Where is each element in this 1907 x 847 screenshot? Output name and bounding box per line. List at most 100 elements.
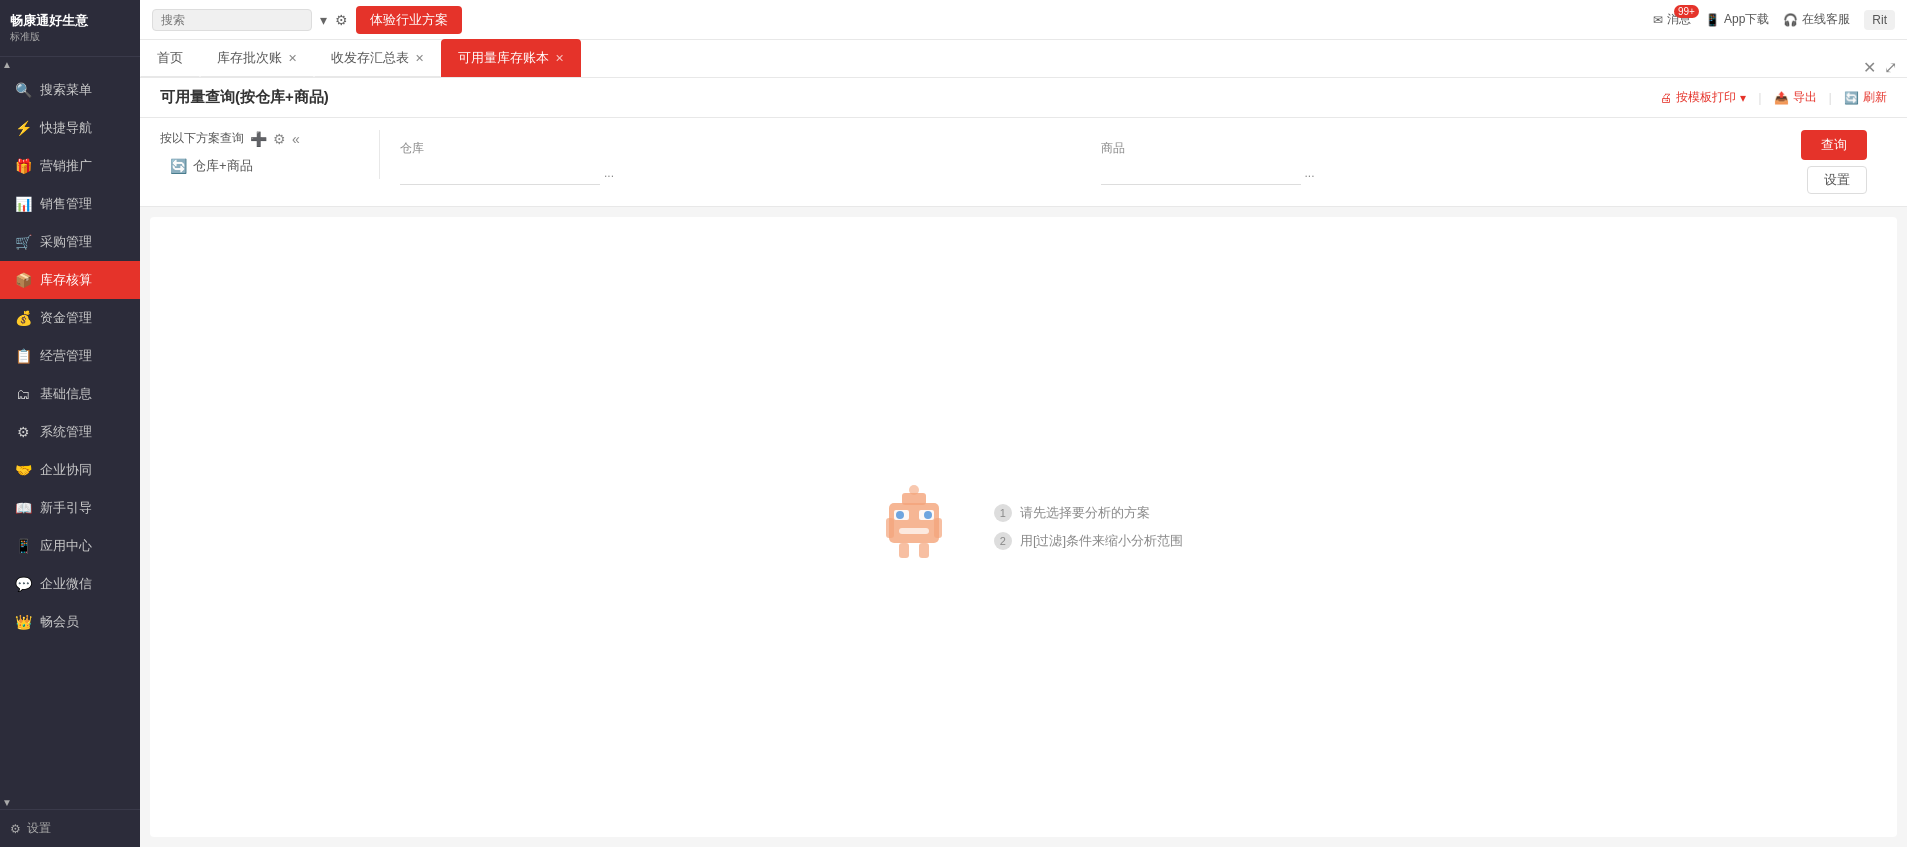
svg-rect-3: [899, 528, 929, 534]
msg-badge: 99+: [1674, 5, 1699, 18]
filter-schemes-panel: 按以下方案查询 ➕ ⚙ « 🔄 仓库+商品: [160, 130, 380, 179]
sidebar-label-search: 搜索菜单: [40, 81, 92, 99]
tab-available-ledger[interactable]: 可用量库存账本 ✕: [441, 39, 581, 77]
dropdown-arrow[interactable]: ▾: [320, 12, 327, 28]
sidebar-label-system: 系统管理: [40, 423, 92, 441]
filter-label-row: 按以下方案查询 ➕ ⚙ «: [160, 130, 369, 147]
warehouse-more-btn[interactable]: ...: [604, 166, 614, 180]
tab-collect-account[interactable]: 收发存汇总表✕: [314, 39, 441, 77]
tip-1: 1 请先选择要分析的方案: [994, 504, 1183, 522]
sidebar-item-basic[interactable]: 🗂基础信息: [0, 375, 140, 413]
svg-rect-0: [889, 503, 939, 543]
filter-fields: 仓库 ... 商品 ... 查询 设置: [380, 130, 1887, 194]
user-btn[interactable]: Rit: [1864, 10, 1895, 30]
tab-batch-account[interactable]: 库存批次账 ✕: [200, 39, 314, 77]
tab-close-collect-account[interactable]: ✕: [415, 52, 424, 65]
svg-point-10: [896, 511, 904, 519]
sidebar-icon-app-center: 📱: [14, 538, 32, 554]
sidebar-item-marketing[interactable]: 🎁营销推广: [0, 147, 140, 185]
tab-close-available-ledger[interactable]: ✕: [555, 52, 564, 65]
settings-btn[interactable]: 设置: [1807, 166, 1867, 194]
goods-more-btn[interactable]: ...: [1305, 166, 1315, 180]
scheme-label: 仓库+商品: [193, 157, 253, 175]
print-icon: 🖨: [1660, 91, 1672, 105]
warehouse-field: 仓库 ...: [400, 140, 1081, 185]
maximize-window-btn[interactable]: ⤢: [1884, 58, 1897, 77]
print-btn[interactable]: 🖨 按模板打印 ▾: [1660, 89, 1746, 106]
sidebar-icon-basic: 🗂: [14, 386, 32, 402]
empty-tips: 1 请先选择要分析的方案 2 用[过滤]条件来缩小分析范围: [994, 504, 1183, 550]
settings-scheme-btn[interactable]: ⚙: [273, 131, 286, 147]
query-btn[interactable]: 查询: [1801, 130, 1867, 160]
tip-num-1: 1: [994, 504, 1012, 522]
sidebar-item-quick-nav[interactable]: ⚡快捷导航: [0, 109, 140, 147]
warehouse-input[interactable]: [400, 161, 600, 185]
sidebar-footer-label: 设置: [27, 820, 51, 837]
sidebar-item-system[interactable]: ⚙系统管理: [0, 413, 140, 451]
sidebar-icon-marketing: 🎁: [14, 158, 32, 174]
sidebar-item-inventory[interactable]: 📦库存核算: [0, 261, 140, 299]
sidebar-label-quick-nav: 快捷导航: [40, 119, 92, 137]
sidebar-item-app-center[interactable]: 📱应用中心: [0, 527, 140, 565]
refresh-btn[interactable]: 🔄 刷新: [1844, 89, 1887, 106]
sidebar-item-newbie[interactable]: 📖新手引导: [0, 489, 140, 527]
sidebar-item-vip[interactable]: 👑畅会员: [0, 603, 140, 641]
warehouse-label: 仓库: [400, 140, 1081, 157]
empty-state-content: 1 请先选择要分析的方案 2 用[过滤]条件来缩小分析范围: [864, 468, 1183, 587]
refresh-label: 刷新: [1863, 89, 1887, 106]
sidebar-item-enterprise-wechat[interactable]: 💬 企业微信: [0, 565, 140, 603]
tab-label-batch-account: 库存批次账: [217, 49, 282, 67]
svg-point-11: [924, 511, 932, 519]
industry-btn[interactable]: 体验行业方案: [356, 6, 462, 34]
sidebar-scroll-up: ▲: [0, 57, 14, 71]
svg-rect-5: [934, 518, 942, 538]
service-btn[interactable]: 🎧 在线客服: [1783, 11, 1850, 28]
scheme-warehouse-goods[interactable]: 🔄 仓库+商品: [160, 153, 369, 179]
settings-icon[interactable]: ⚙: [10, 822, 21, 836]
sidebar-item-purchase[interactable]: 🛒采购管理: [0, 223, 140, 261]
sidebar-item-operations[interactable]: 📋经营管理: [0, 337, 140, 375]
export-label: 导出: [1793, 89, 1817, 106]
tabs-actions: ✕ ⤢: [1853, 58, 1907, 77]
sidebar-label-enterprise-wechat: 企业微信: [40, 575, 92, 593]
page-content: 可用量查询(按仓库+商品) 🖨 按模板打印 ▾ | 📤 导出 | 🔄 刷新: [140, 78, 1907, 847]
filter-actions: 查询 设置: [1801, 130, 1867, 194]
sidebar-icon-enterprise-wechat: 💬: [14, 576, 32, 592]
sidebar-item-enterprise[interactable]: 🤝企业协同: [0, 451, 140, 489]
sidebar-label-purchase: 采购管理: [40, 233, 92, 251]
svg-rect-6: [899, 543, 909, 558]
refresh-icon: 🔄: [1844, 91, 1859, 105]
goods-label: 商品: [1101, 140, 1782, 157]
goods-field: 商品 ...: [1101, 140, 1782, 185]
gear-icon[interactable]: ⚙: [335, 12, 348, 28]
print-dropdown-icon[interactable]: ▾: [1740, 91, 1746, 105]
add-scheme-btn[interactable]: ➕: [250, 131, 267, 147]
sidebar-label-finance: 资金管理: [40, 309, 92, 327]
collapse-btn[interactable]: «: [292, 131, 300, 147]
search-input[interactable]: [152, 9, 312, 31]
close-window-btn[interactable]: ✕: [1863, 58, 1876, 77]
app-download-btn[interactable]: 📱 App下载: [1705, 11, 1769, 28]
sidebar-footer: ⚙ 设置: [0, 809, 140, 847]
separator-2: |: [1829, 90, 1832, 105]
sidebar-item-search[interactable]: 🔍搜索菜单: [0, 71, 140, 109]
page-header: 可用量查询(按仓库+商品) 🖨 按模板打印 ▾ | 📤 导出 | 🔄 刷新: [140, 78, 1907, 118]
tab-close-batch-account[interactable]: ✕: [288, 52, 297, 65]
sidebar-icon-inventory: 📦: [14, 272, 32, 288]
tab-label-available-ledger: 可用量库存账本: [458, 49, 549, 67]
svg-rect-4: [886, 518, 894, 538]
sidebar-icon-finance: 💰: [14, 310, 32, 326]
tabs-bar: 首页库存批次账✕收发存汇总表✕可用量库存账本✕ ✕ ⤢: [140, 40, 1907, 78]
topbar-right: ✉ 消息 99+ 📱 App下载 🎧 在线客服 Rit: [1653, 10, 1895, 30]
tab-home[interactable]: 首页: [140, 39, 200, 77]
export-btn[interactable]: 📤 导出: [1774, 89, 1817, 106]
sidebar-menu: 🔍搜索菜单⚡快捷导航🎁营销推广📊销售管理🛒采购管理📦库存核算 💰 资金管理 📋经营管理…: [0, 71, 140, 795]
msg-btn[interactable]: ✉ 消息 99+: [1653, 11, 1691, 28]
app-icon: 📱: [1705, 13, 1720, 27]
sidebar-item-sales[interactable]: 📊销售管理: [0, 185, 140, 223]
print-label: 按模板打印: [1676, 89, 1736, 106]
sidebar-item-finance[interactable]: 💰 资金管理: [0, 299, 140, 337]
tip-2: 2 用[过滤]条件来缩小分析范围: [994, 532, 1183, 550]
goods-input[interactable]: [1101, 161, 1301, 185]
sidebar-label-vip: 畅会员: [40, 613, 79, 631]
